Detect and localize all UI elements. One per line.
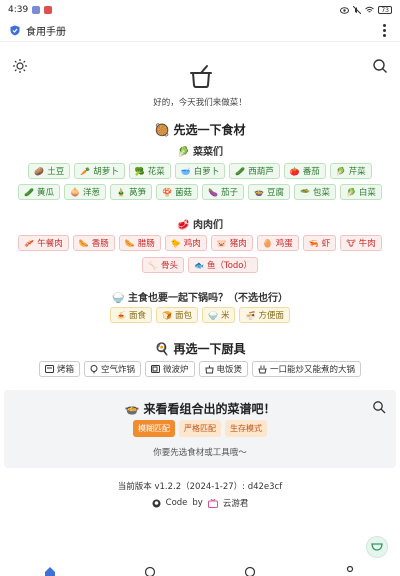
ingredient-chip-beef[interactable]: 🐮 牛肉 xyxy=(340,235,382,251)
credits: Code by 云游君 xyxy=(0,497,400,509)
dot-icon xyxy=(382,28,386,32)
ingredient-chip-bone[interactable]: 🦴 骨头 xyxy=(142,257,184,273)
sun-theme-toggle-icon[interactable] xyxy=(12,58,28,74)
mute-icon xyxy=(353,6,362,14)
help-icon[interactable] xyxy=(244,566,256,576)
meats-row-1: 🥓 午餐肉 🌭 香肠 🌭 腊肠 🐤 鸡肉 🐷 猪肉 🥚 鸡蛋 🦐 虾 🐮 牛肉 xyxy=(0,235,400,251)
ingredient-chip-sausage[interactable]: 🌭 香肠 xyxy=(72,235,115,251)
oven-icon xyxy=(44,365,54,373)
vegetables-row-2: 🥒 黄瓜 🧅 洋葱 🎍 莴笋 🍄 菌菇 🍆 茄子 🍲 豆腐 🥗 包菜 🥬 白菜 xyxy=(0,184,400,200)
staples-title: 🍚 主食也要一起下锅吗？（不选也行） xyxy=(112,293,288,304)
floating-action-button[interactable] xyxy=(366,536,388,558)
tool-chip-microwave[interactable]: 微波炉 xyxy=(144,361,195,377)
air-fryer-icon xyxy=(90,364,98,373)
app-title: 食用手册 xyxy=(26,27,66,38)
ingredient-chip-pork[interactable]: 🐷 猪肉 xyxy=(210,235,253,251)
ingredient-chip-egg[interactable]: 🥚 鸡蛋 xyxy=(256,235,299,251)
ingredient-chip-shrimp[interactable]: 🦐 虾 xyxy=(302,235,337,251)
ingredients-section-title: 🥘 先选一下食材 xyxy=(154,123,246,137)
battery-indicator: 73 xyxy=(378,6,392,14)
ingredient-chip-mushroom[interactable]: 🍄 菌菇 xyxy=(156,184,198,200)
dot-icon xyxy=(382,24,386,28)
staples-row: 🍝 面食 🍞 面包 🍚 米 🍜 方便面 xyxy=(0,307,400,323)
match-mode-tabs: 模糊匹配 严格匹配 生存模式 xyxy=(4,420,396,437)
bottom-navigation xyxy=(0,566,400,576)
ingredient-chip-celery[interactable]: 🥬 芹菜 xyxy=(329,163,372,179)
github-icon[interactable] xyxy=(152,499,161,508)
ingredient-chip-radish[interactable]: 🥣 白萝卜 xyxy=(174,163,226,179)
ingredient-chip-onion[interactable]: 🧅 洋葱 xyxy=(64,184,107,200)
meats-title: 🥩 肉肉们 xyxy=(177,220,223,231)
app-bar: 食用手册 xyxy=(0,20,400,42)
staple-chip-noodles[interactable]: 🍝 面食 xyxy=(110,307,153,323)
app-notification-icon xyxy=(44,6,53,14)
cooking-pot-icon xyxy=(190,65,212,88)
version-text: 当前版本 v1.2.2（2024-1-27）: d42e3cf xyxy=(117,482,283,492)
ingredient-chip-cucumber[interactable]: 🥒 黄瓜 xyxy=(18,184,61,200)
mode-fuzzy-match[interactable]: 模糊匹配 xyxy=(133,420,175,437)
by-label: by xyxy=(192,498,203,508)
ingredient-chip-chinese-cabbage[interactable]: 🥬 白菜 xyxy=(339,184,382,200)
ingredient-chip-potato[interactable]: 🥔 土豆 xyxy=(28,163,71,179)
notification-icon xyxy=(32,6,41,14)
microwave-icon xyxy=(150,365,160,373)
ingredient-chip-cabbage[interactable]: 🥗 包菜 xyxy=(293,184,336,200)
mode-strict-match[interactable]: 严格匹配 xyxy=(179,420,221,437)
bowl-icon xyxy=(371,543,383,551)
search-icon[interactable] xyxy=(372,400,386,414)
ingredient-chip-tofu[interactable]: 🍲 豆腐 xyxy=(247,184,290,200)
tool-chip-rice-cooker[interactable]: 电饭煲 xyxy=(198,361,249,377)
staple-chip-bread[interactable]: 🍞 面包 xyxy=(156,307,198,323)
vegetables-row-1: 🥔 土豆 🥕 胡萝卜 🥦 花菜 🥣 白萝卜 🥒 西葫芦 🍅 番茄 🥬 芹菜 xyxy=(0,163,400,179)
rice-cooker-icon xyxy=(204,365,214,373)
ingredient-chip-eggplant[interactable]: 🍆 茄子 xyxy=(202,184,244,200)
tool-chip-oven[interactable]: 烤箱 xyxy=(38,361,80,377)
tools-section-title: 🍳 再选一下厨具 xyxy=(154,342,246,356)
shield-check-icon xyxy=(10,25,20,36)
meats-row-2: 🦴 骨头 🐟 鱼（Todo） xyxy=(0,257,400,273)
ingredient-chip-zucchini[interactable]: 🥒 西葫芦 xyxy=(229,163,280,179)
user-icon[interactable] xyxy=(344,566,356,576)
tv-icon xyxy=(207,498,218,508)
home-icon[interactable] xyxy=(44,566,56,576)
author-link[interactable]: 云游君 xyxy=(223,497,249,509)
staple-chip-instant-noodles[interactable]: 🍜 方便面 xyxy=(239,307,290,323)
wifi-icon xyxy=(365,6,375,13)
greeting-text: 好的，今天我们来做菜！ xyxy=(153,98,247,108)
recipe-results-panel: 🍲 来看看组合出的菜谱吧！ 模糊匹配 严格匹配 生存模式 你要先选食材或工具哦～ xyxy=(4,390,396,468)
code-link[interactable]: Code xyxy=(166,498,188,508)
vegetables-title: 🥬 菜菜们 xyxy=(177,147,223,158)
mode-survival[interactable]: 生存模式 xyxy=(225,420,267,437)
eye-icon xyxy=(340,6,350,14)
staple-chip-rice[interactable]: 🍚 米 xyxy=(202,307,236,323)
search-icon[interactable] xyxy=(372,58,388,74)
status-bar: 4:39 73 xyxy=(0,0,400,20)
tool-chip-wok[interactable]: 一口能炒又能煮的大锅 xyxy=(252,361,362,377)
ingredient-chip-fish[interactable]: 🐟 鱼（Todo） xyxy=(187,257,258,273)
recipe-panel-title: 🍲 来看看组合出的菜谱吧！ xyxy=(124,402,276,416)
more-menu-button[interactable] xyxy=(378,24,390,38)
ingredient-chip-chicken[interactable]: 🐤 鸡肉 xyxy=(164,235,207,251)
ingredient-chip-carrot[interactable]: 🥕 胡萝卜 xyxy=(74,163,125,179)
wok-icon xyxy=(258,365,267,373)
tool-chip-air-fryer[interactable]: 空气炸锅 xyxy=(83,361,141,377)
tools-row: 烤箱 空气炸锅 微波炉 电饭煲 一口能炒又能煮的大锅 xyxy=(0,361,400,377)
ingredient-chip-luncheon-meat[interactable]: 🥓 午餐肉 xyxy=(18,235,69,251)
ingredient-chip-tomato[interactable]: 🍅 番茄 xyxy=(283,163,326,179)
ingredient-chip-cauliflower[interactable]: 🥦 花菜 xyxy=(128,163,171,179)
compass-icon[interactable] xyxy=(144,566,156,576)
ingredient-chip-lettuce-stem[interactable]: 🎍 莴笋 xyxy=(110,184,153,200)
recipe-empty-hint: 你要先选食材或工具哦～ xyxy=(153,448,247,458)
dot-icon xyxy=(382,33,386,37)
ingredient-chip-cured-sausage[interactable]: 🌭 腊肠 xyxy=(118,235,161,251)
status-time: 4:39 xyxy=(8,5,29,15)
